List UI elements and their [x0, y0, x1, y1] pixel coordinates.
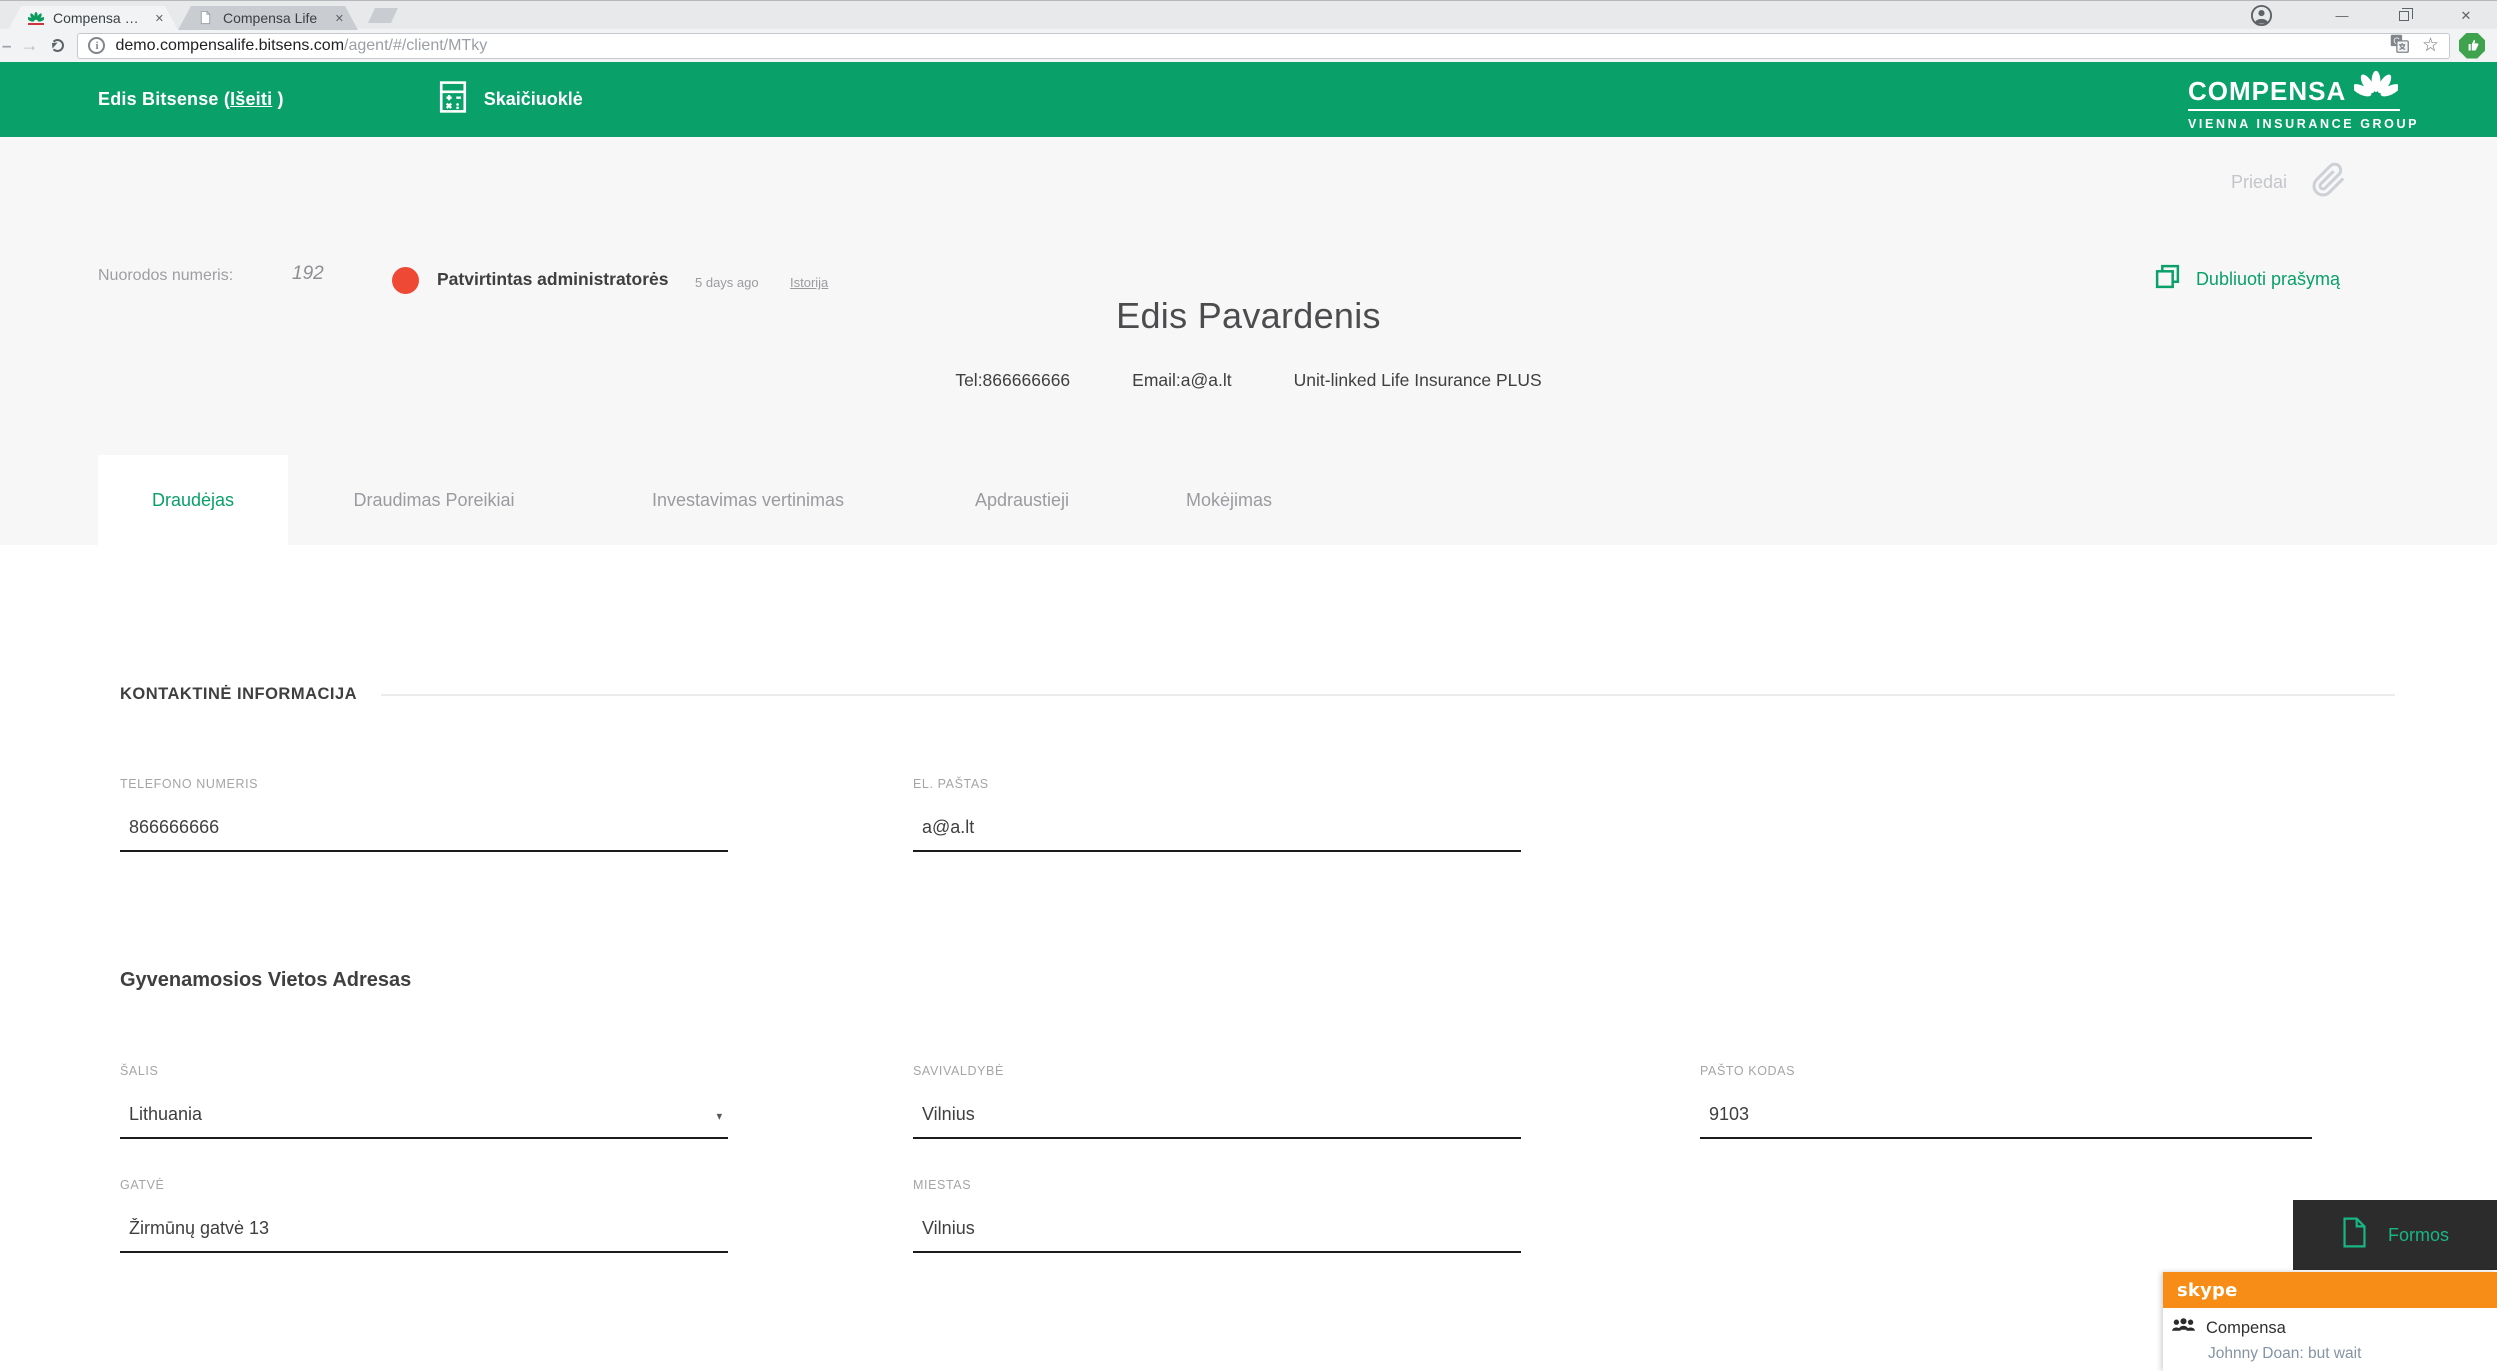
forward-button[interactable]: →	[20, 35, 38, 56]
extension-thumbs-up-icon[interactable]	[2459, 32, 2485, 59]
street-input[interactable]	[120, 1209, 728, 1253]
logout-link[interactable]: Išeiti	[230, 89, 272, 109]
skype-logo: skype	[2177, 1279, 2238, 1301]
status-dot	[392, 267, 419, 294]
tab-close-icon[interactable]: ✕	[333, 10, 346, 27]
tab-draudejas[interactable]: Draudėjas	[98, 455, 288, 545]
skype-conversation[interactable]: Compensa Johnny Doan: but wait	[2163, 1308, 2497, 1363]
client-profile-area: Nuorodos numeris: 192 Patvirtintas admin…	[0, 137, 2497, 545]
section-divider	[381, 693, 2395, 696]
duplicate-copy-icon	[2154, 263, 2181, 295]
browser-titlebar: Compensa Life ✕ Compensa Life ✕ — ✕	[0, 0, 2497, 29]
skype-header[interactable]: skype	[2163, 1272, 2497, 1308]
app-header: Edis Bitsense (Išeiti ) Skaičiuoklė COMP…	[0, 62, 2497, 137]
country-field: ŠALIS ▾	[120, 1064, 728, 1139]
client-contact-row: Tel:866666666 Email:a@a.lt Unit-linked L…	[0, 370, 2497, 391]
duplicate-label: Dubliuoti prašymą	[2195, 268, 2340, 289]
calculator-icon	[437, 80, 469, 119]
formos-label: Formos	[2387, 1224, 2449, 1245]
reference-number-value: 192	[292, 263, 324, 284]
skype-widget[interactable]: skype Compensa Johnny Doan: but wait	[2163, 1272, 2497, 1371]
address-bar[interactable]: i demo.compensalife.bitsens.com/agent/#/…	[77, 32, 2450, 59]
compensa-logo: COMPENSA VIENNA INSURANCE GROUP	[2188, 69, 2420, 131]
phone-field: TELEFONO NUMERIS	[120, 777, 728, 852]
tab-title: Compensa Life	[53, 10, 144, 26]
phone-label: TELEFONO NUMERIS	[120, 777, 259, 791]
url-path: /agent/#/client/MTky	[344, 36, 488, 54]
minimize-button[interactable]: —	[2311, 1, 2373, 30]
email-field: EL. PAŠTAS	[913, 777, 1521, 852]
back-button[interactable]: –	[2, 36, 11, 56]
contact-info-section-header: KONTAKTINĖ INFORMACIJA	[120, 685, 2395, 704]
city-label: MIESTAS	[913, 1178, 972, 1192]
form-content: KONTAKTINĖ INFORMACIJA TELEFONO NUMERIS …	[0, 545, 2497, 1371]
tab-draudimas-poreikiai[interactable]: Draudimas Poreikiai	[288, 455, 580, 545]
paperclip-icon	[2311, 162, 2347, 203]
restore-icon	[2399, 7, 2413, 21]
skype-last-message: Johnny Doan: but wait	[2208, 1345, 2362, 1362]
skype-group-name: Compensa	[2206, 1318, 2286, 1337]
browser-tab-1[interactable]: Compensa Life ✕	[8, 6, 178, 30]
calculator-button[interactable]: Skaičiuoklė	[437, 80, 583, 119]
status-timestamp: 5 days ago	[695, 275, 759, 290]
client-tel: Tel:866666666	[955, 370, 1071, 390]
user-name: Edis Bitsense	[98, 89, 219, 109]
country-label: ŠALIS	[120, 1064, 159, 1078]
close-button[interactable]: ✕	[2435, 1, 2497, 30]
browser-tab-2[interactable]: Compensa Life ✕	[178, 6, 358, 30]
postal-code-input[interactable]	[1700, 1095, 2312, 1139]
url-host: demo.compensalife.bitsens.com	[115, 36, 345, 54]
browser-navbar: – → i demo.compensalife.bitsens.com/agen…	[0, 29, 2497, 62]
tab-investavimas-vertinimas[interactable]: Investavimas vertinimas	[580, 455, 916, 545]
logo-subtitle: VIENNA INSURANCE GROUP	[2188, 116, 2420, 131]
compensa-favicon-icon	[28, 11, 44, 25]
contact-info-title: KONTAKTINĖ INFORMACIJA	[120, 685, 358, 703]
formos-button[interactable]: Formos	[2293, 1200, 2497, 1270]
bookmark-star-icon[interactable]: ☆	[2422, 36, 2439, 55]
logged-in-user: Edis Bitsense (Išeiti )	[98, 89, 284, 109]
tab-mokejimas[interactable]: Mokėjimas	[1128, 455, 1330, 545]
postal-code-label: PAŠTO KODAS	[1700, 1064, 1796, 1078]
section-tabs: Draudėjas Draudimas Poreikiai Investavim…	[98, 455, 2497, 545]
tab-apdraustieji[interactable]: Apdraustieji	[916, 455, 1128, 545]
duplicate-request-button[interactable]: Dubliuoti prašymą	[2154, 263, 2340, 295]
postal-code-field: PAŠTO KODAS	[1700, 1064, 2312, 1139]
calculator-label: Skaičiuoklė	[483, 89, 583, 109]
street-label: GATVĖ	[120, 1178, 165, 1192]
city-field: MIESTAS	[913, 1178, 1521, 1253]
tab-title: Compensa Life	[223, 10, 318, 26]
page-info-icon[interactable]: i	[88, 37, 106, 54]
client-product: Unit-linked Life Insurance PLUS	[1293, 370, 1542, 390]
logo-fan-icon	[2352, 69, 2401, 104]
history-link[interactable]: Istorija	[790, 275, 828, 290]
address-section-title: Gyvenamosios Vietos Adresas	[120, 969, 412, 991]
translate-icon[interactable]: G	[2389, 33, 2410, 59]
new-tab-button[interactable]	[368, 8, 398, 23]
restore-button[interactable]	[2373, 1, 2435, 30]
status-text: Patvirtintas administratorės	[437, 269, 669, 289]
reference-number-label: Nuorodos numeris:	[98, 267, 234, 284]
browser-profile-icon[interactable]	[2250, 4, 2273, 27]
blank-page-favicon-icon	[198, 11, 214, 25]
city-input[interactable]	[913, 1209, 1521, 1253]
document-icon	[2341, 1217, 2368, 1253]
phone-input[interactable]	[120, 808, 728, 852]
tab-close-icon[interactable]: ✕	[153, 10, 166, 27]
municipality-input[interactable]	[913, 1095, 1521, 1139]
country-select[interactable]	[120, 1095, 728, 1139]
street-field: GATVĖ	[120, 1178, 728, 1253]
logo-title: COMPENSA	[2188, 75, 2347, 106]
client-email: Email:a@a.lt	[1132, 370, 1232, 390]
email-label: EL. PAŠTAS	[913, 777, 989, 791]
client-name: Edis Pavardenis	[1116, 295, 1381, 336]
municipality-label: SAVIVALDYBĖ	[913, 1064, 1004, 1078]
attachments-label: Priedai	[2230, 171, 2287, 192]
municipality-field: SAVIVALDYBĖ	[913, 1064, 1521, 1139]
reload-button[interactable]	[51, 39, 65, 52]
attachments-button[interactable]: Priedai	[2231, 137, 2347, 227]
email-input[interactable]	[913, 808, 1521, 852]
group-people-icon	[2171, 1317, 2196, 1339]
url-text[interactable]: demo.compensalife.bitsens.com/agent/#/cl…	[115, 37, 487, 55]
